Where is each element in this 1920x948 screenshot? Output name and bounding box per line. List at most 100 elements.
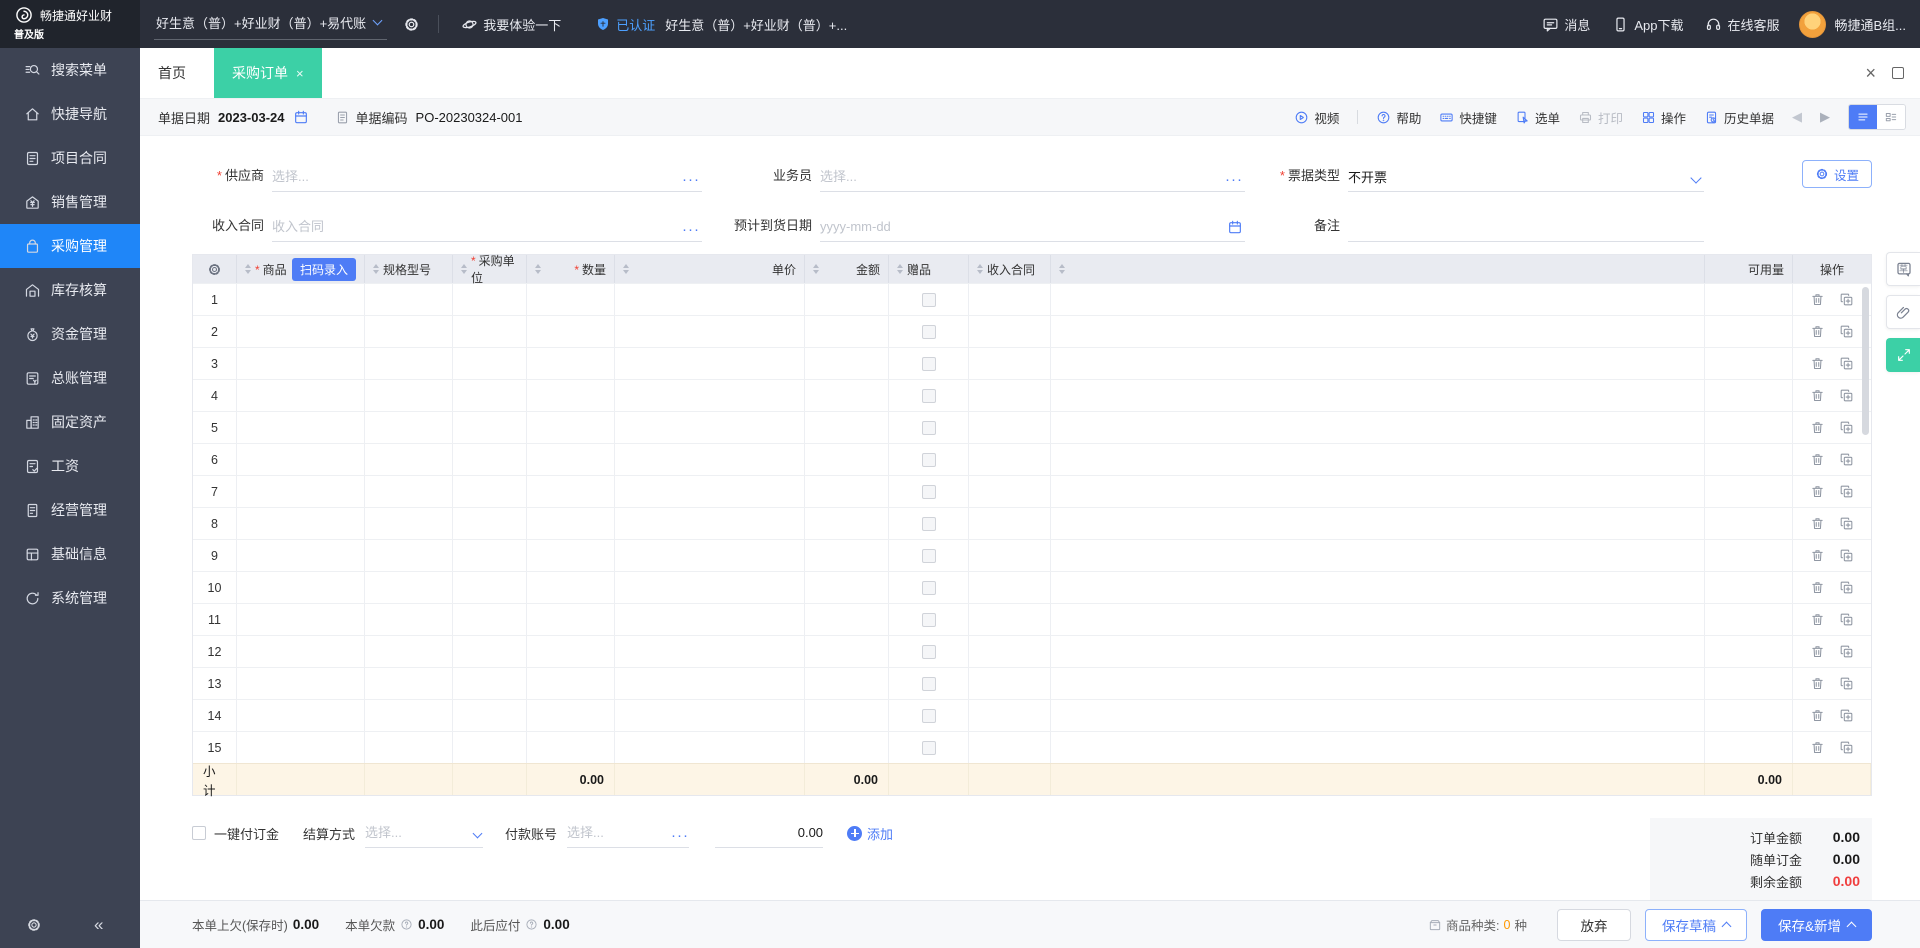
sidebar-item-2[interactable]: 项目合同 xyxy=(0,136,140,180)
column-amount[interactable]: 金额 xyxy=(805,255,889,283)
user-name[interactable]: 畅捷通B组... xyxy=(1834,15,1906,34)
sort-icon[interactable] xyxy=(977,264,983,274)
sidebar-item-1[interactable]: 快捷导航 xyxy=(0,92,140,136)
sidebar-item-12[interactable]: 系统管理 xyxy=(0,576,140,620)
empty-cell[interactable] xyxy=(453,540,527,571)
sidebar-item-5[interactable]: 库存核算 xyxy=(0,268,140,312)
empty-cell[interactable] xyxy=(805,284,889,315)
copy-row-icon[interactable] xyxy=(1839,452,1854,467)
empty-cell[interactable] xyxy=(453,412,527,443)
empty-cell[interactable] xyxy=(365,540,453,571)
empty-cell[interactable] xyxy=(527,732,615,763)
empty-cell[interactable] xyxy=(1051,316,1705,347)
empty-cell[interactable] xyxy=(365,668,453,699)
empty-cell[interactable] xyxy=(453,732,527,763)
gear-icon[interactable] xyxy=(207,262,222,277)
empty-cell[interactable] xyxy=(615,316,805,347)
add-payment-button[interactable]: 添加 xyxy=(847,818,893,848)
copy-row-icon[interactable] xyxy=(1839,324,1854,339)
empty-cell[interactable] xyxy=(365,380,453,411)
tab-home[interactable]: 首页 xyxy=(140,48,204,98)
empty-cell[interactable] xyxy=(237,412,365,443)
empty-cell[interactable] xyxy=(969,444,1051,475)
next-doc-icon[interactable]: ▶ xyxy=(1820,109,1830,125)
copy-row-icon[interactable] xyxy=(1839,356,1854,371)
empty-cell[interactable] xyxy=(615,444,805,475)
empty-cell[interactable] xyxy=(365,604,453,635)
empty-cell[interactable] xyxy=(453,604,527,635)
empty-cell[interactable] xyxy=(237,572,365,603)
save-and-new-button[interactable]: 保存&新增 xyxy=(1760,908,1872,941)
sidebar-item-10[interactable]: 经营管理 xyxy=(0,488,140,532)
question-circle-icon[interactable] xyxy=(525,918,538,931)
sidebar-item-6[interactable]: 资金管理 xyxy=(0,312,140,356)
discard-button[interactable]: 放弃 xyxy=(1556,908,1631,941)
delete-row-icon[interactable] xyxy=(1810,452,1825,467)
empty-cell[interactable] xyxy=(1051,380,1705,411)
empty-cell[interactable] xyxy=(365,636,453,667)
copy-row-icon[interactable] xyxy=(1839,740,1854,755)
gift-checkbox[interactable] xyxy=(921,676,936,691)
empty-cell[interactable] xyxy=(969,668,1051,699)
gift-checkbox[interactable] xyxy=(921,708,936,723)
empty-cell[interactable] xyxy=(969,540,1051,571)
empty-cell[interactable] xyxy=(1705,508,1793,539)
empty-cell[interactable] xyxy=(365,444,453,475)
copy-row-icon[interactable] xyxy=(1839,484,1854,499)
empty-cell[interactable] xyxy=(805,636,889,667)
salesman-input[interactable] xyxy=(820,169,1245,184)
tab-purchase-order[interactable]: 采购订单 × xyxy=(214,48,322,98)
empty-cell[interactable] xyxy=(237,604,365,635)
column-gift[interactable]: 赠品 xyxy=(889,255,969,283)
video-button[interactable]: 视频 xyxy=(1294,108,1339,127)
delete-row-icon[interactable] xyxy=(1810,612,1825,627)
empty-cell[interactable] xyxy=(805,348,889,379)
sidebar-item-11[interactable]: 基础信息 xyxy=(0,532,140,576)
gift-checkbox[interactable] xyxy=(921,644,936,659)
sort-icon[interactable] xyxy=(461,264,467,274)
empty-cell[interactable] xyxy=(805,700,889,731)
empty-cell[interactable] xyxy=(1705,604,1793,635)
empty-cell[interactable] xyxy=(1705,316,1793,347)
empty-cell[interactable] xyxy=(1051,348,1705,379)
sort-icon[interactable] xyxy=(813,264,819,274)
empty-cell[interactable] xyxy=(805,316,889,347)
sort-icon[interactable] xyxy=(1059,264,1065,274)
column-quantity[interactable]: * 数量 xyxy=(527,255,615,283)
fullscreen-button[interactable] xyxy=(1886,338,1920,372)
empty-cell[interactable] xyxy=(365,700,453,731)
empty-cell[interactable] xyxy=(1051,572,1705,603)
delete-row-icon[interactable] xyxy=(1810,580,1825,595)
empty-cell[interactable] xyxy=(237,476,365,507)
empty-cell[interactable] xyxy=(1705,284,1793,315)
sidebar-item-8[interactable]: 固定资产 xyxy=(0,400,140,444)
empty-cell[interactable] xyxy=(365,412,453,443)
empty-cell[interactable] xyxy=(969,604,1051,635)
salesman-picker-icon[interactable]: ··· xyxy=(1225,172,1243,187)
hotkeys-button[interactable]: 快捷键 xyxy=(1439,108,1497,127)
empty-cell[interactable] xyxy=(365,348,453,379)
remark-input[interactable] xyxy=(1348,219,1704,234)
avatar[interactable] xyxy=(1799,10,1827,38)
gift-checkbox[interactable] xyxy=(921,580,936,595)
maximize-icon[interactable] xyxy=(1892,67,1904,79)
empty-cell[interactable] xyxy=(527,444,615,475)
empty-cell[interactable] xyxy=(969,508,1051,539)
expected-date-input[interactable] xyxy=(820,219,1245,234)
empty-cell[interactable] xyxy=(805,380,889,411)
empty-cell[interactable] xyxy=(453,284,527,315)
copy-row-icon[interactable] xyxy=(1839,708,1854,723)
gift-checkbox[interactable] xyxy=(921,452,936,467)
gift-checkbox[interactable] xyxy=(921,292,936,307)
online-service-button[interactable]: 在线客服 xyxy=(1705,15,1779,34)
empty-cell[interactable] xyxy=(453,380,527,411)
empty-cell[interactable] xyxy=(527,604,615,635)
gift-checkbox[interactable] xyxy=(921,388,936,403)
empty-cell[interactable] xyxy=(969,316,1051,347)
sort-icon[interactable] xyxy=(623,264,629,274)
empty-cell[interactable] xyxy=(365,476,453,507)
copy-row-icon[interactable] xyxy=(1839,676,1854,691)
empty-cell[interactable] xyxy=(969,700,1051,731)
payment-account-picker-icon[interactable]: ··· xyxy=(671,828,689,843)
empty-cell[interactable] xyxy=(969,348,1051,379)
